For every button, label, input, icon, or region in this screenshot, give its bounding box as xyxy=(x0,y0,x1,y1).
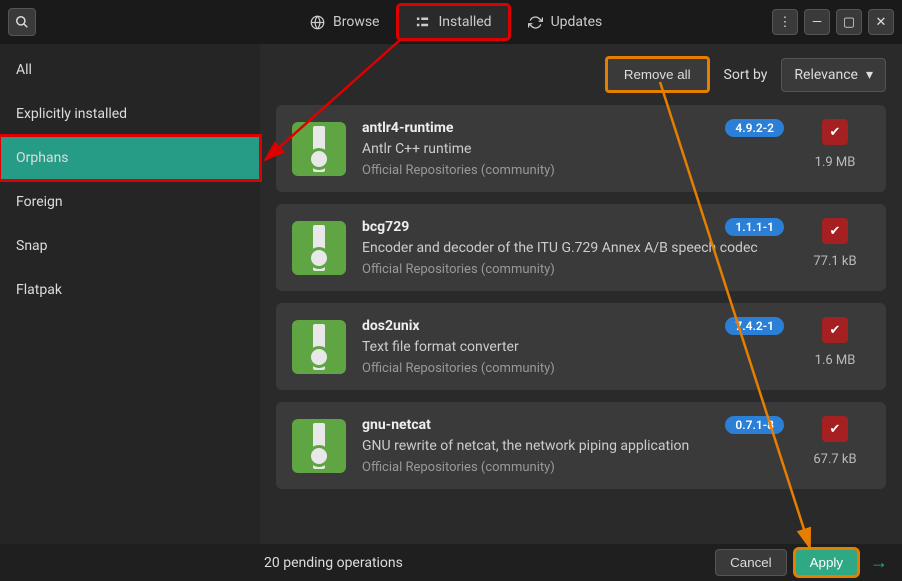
package-card[interactable]: bcg729 1.1.1-1 Encoder and decoder of th… xyxy=(276,204,886,291)
apply-button[interactable]: Apply xyxy=(795,549,858,576)
maximize-button[interactable]: ▢ xyxy=(836,9,862,35)
package-icon xyxy=(292,221,346,275)
menu-button[interactable]: ⋮ xyxy=(772,9,798,35)
sidebar-item-label: Explicitly installed xyxy=(16,106,127,122)
package-list: antlr4-runtime 4.9.2-2 Antlr C++ runtime… xyxy=(276,105,886,489)
package-right: ✔ 1.6 MB xyxy=(800,317,870,376)
package-size: 1.6 MB xyxy=(815,353,856,368)
remove-toggle[interactable]: ✔ xyxy=(822,416,848,442)
package-desc: Antlr C++ runtime xyxy=(362,141,784,157)
package-size: 77.1 kB xyxy=(813,254,856,269)
package-icon xyxy=(292,419,346,473)
search-icon xyxy=(15,15,29,29)
package-right: ✔ 77.1 kB xyxy=(800,218,870,277)
main: All Explicitly installed Orphans Foreign… xyxy=(0,44,902,544)
search-button[interactable] xyxy=(8,8,36,36)
package-right: ✔ 67.7 kB xyxy=(800,416,870,475)
package-desc: GNU rewrite of netcat, the network pipin… xyxy=(362,438,784,454)
cancel-button[interactable]: Cancel xyxy=(715,549,787,576)
sidebar-item-foreign[interactable]: Foreign xyxy=(0,180,260,224)
package-icon xyxy=(292,320,346,374)
package-icon xyxy=(292,122,346,176)
maximize-icon: ▢ xyxy=(843,15,855,30)
kebab-icon: ⋮ xyxy=(779,15,792,30)
globe-icon xyxy=(310,15,325,30)
tab-browse[interactable]: Browse xyxy=(292,4,397,40)
package-repo: Official Repositories (community) xyxy=(362,361,784,376)
sidebar-item-snap[interactable]: Snap xyxy=(0,224,260,268)
package-version: 4.9.2-2 xyxy=(725,119,784,137)
tab-updates[interactable]: Updates xyxy=(510,4,621,40)
check-icon: ✔ xyxy=(830,224,841,239)
sidebar-item-orphans[interactable]: Orphans xyxy=(0,136,260,180)
sortby-label: Sort by xyxy=(724,67,768,83)
check-icon: ✔ xyxy=(830,422,841,437)
package-card[interactable]: antlr4-runtime 4.9.2-2 Antlr C++ runtime… xyxy=(276,105,886,192)
tab-installed[interactable]: Installed xyxy=(397,4,509,40)
close-button[interactable]: ✕ xyxy=(868,9,894,35)
package-name: antlr4-runtime xyxy=(362,120,453,136)
package-card[interactable]: dos2unix 7.4.2-1 Text file format conver… xyxy=(276,303,886,390)
content: Remove all Sort by Relevance ▾ antlr4-ru… xyxy=(260,44,902,544)
package-info: dos2unix 7.4.2-1 Text file format conver… xyxy=(362,317,784,376)
sidebar: All Explicitly installed Orphans Foreign… xyxy=(0,44,260,544)
sidebar-item-flatpak[interactable]: Flatpak xyxy=(0,268,260,312)
sidebar-item-label: Orphans xyxy=(16,150,69,166)
sidebar-item-explicit[interactable]: Explicitly installed xyxy=(0,92,260,136)
close-icon: ✕ xyxy=(876,15,887,30)
package-name: bcg729 xyxy=(362,219,409,235)
check-icon: ✔ xyxy=(830,125,841,140)
list-icon xyxy=(415,15,430,30)
package-right: ✔ 1.9 MB xyxy=(800,119,870,178)
minimize-button[interactable]: — xyxy=(804,9,830,35)
window-controls: ⋮ — ▢ ✕ xyxy=(772,9,894,35)
package-name: dos2unix xyxy=(362,318,420,334)
remove-toggle[interactable]: ✔ xyxy=(822,218,848,244)
toolbar: Remove all Sort by Relevance ▾ xyxy=(276,56,886,93)
footer: 20 pending operations Cancel Apply → xyxy=(0,544,902,581)
refresh-icon xyxy=(528,15,543,30)
chevron-down-icon: ▾ xyxy=(866,67,873,83)
remove-toggle[interactable]: ✔ xyxy=(822,119,848,145)
package-version: 7.4.2-1 xyxy=(725,317,784,335)
package-info: gnu-netcat 0.7.1-8 GNU rewrite of netcat… xyxy=(362,416,784,475)
footer-actions: Cancel Apply → xyxy=(715,549,888,576)
remove-toggle[interactable]: ✔ xyxy=(822,317,848,343)
titlebar: Browse Installed Updates ⋮ — ▢ ✕ xyxy=(0,0,902,44)
tab-label: Updates xyxy=(551,14,603,30)
package-desc: Text file format converter xyxy=(362,339,784,355)
sidebar-item-label: Snap xyxy=(16,238,48,254)
check-icon: ✔ xyxy=(830,323,841,338)
package-card[interactable]: gnu-netcat 0.7.1-8 GNU rewrite of netcat… xyxy=(276,402,886,489)
package-name: gnu-netcat xyxy=(362,417,431,433)
tab-label: Browse xyxy=(333,14,379,30)
arrow-right-icon[interactable]: → xyxy=(870,552,888,573)
sidebar-item-all[interactable]: All xyxy=(0,48,260,92)
sort-value: Relevance xyxy=(794,67,858,83)
header-tabs: Browse Installed Updates xyxy=(292,4,620,40)
sort-select[interactable]: Relevance ▾ xyxy=(781,58,886,92)
remove-all-button[interactable]: Remove all xyxy=(605,56,710,93)
sidebar-item-label: Foreign xyxy=(16,194,63,210)
package-repo: Official Repositories (community) xyxy=(362,460,784,475)
sidebar-item-label: Flatpak xyxy=(16,282,62,298)
package-desc: Encoder and decoder of the ITU G.729 Ann… xyxy=(362,240,784,256)
package-info: antlr4-runtime 4.9.2-2 Antlr C++ runtime… xyxy=(362,119,784,178)
package-repo: Official Repositories (community) xyxy=(362,163,784,178)
package-info: bcg729 1.1.1-1 Encoder and decoder of th… xyxy=(362,218,784,277)
package-repo: Official Repositories (community) xyxy=(362,262,784,277)
minimize-icon: — xyxy=(812,15,822,30)
sidebar-item-label: All xyxy=(16,62,32,78)
pending-text: 20 pending operations xyxy=(264,555,403,571)
package-size: 67.7 kB xyxy=(813,452,856,467)
package-size: 1.9 MB xyxy=(815,155,856,170)
package-version: 0.7.1-8 xyxy=(725,416,784,434)
package-version: 1.1.1-1 xyxy=(725,218,784,236)
tab-label: Installed xyxy=(438,14,491,30)
